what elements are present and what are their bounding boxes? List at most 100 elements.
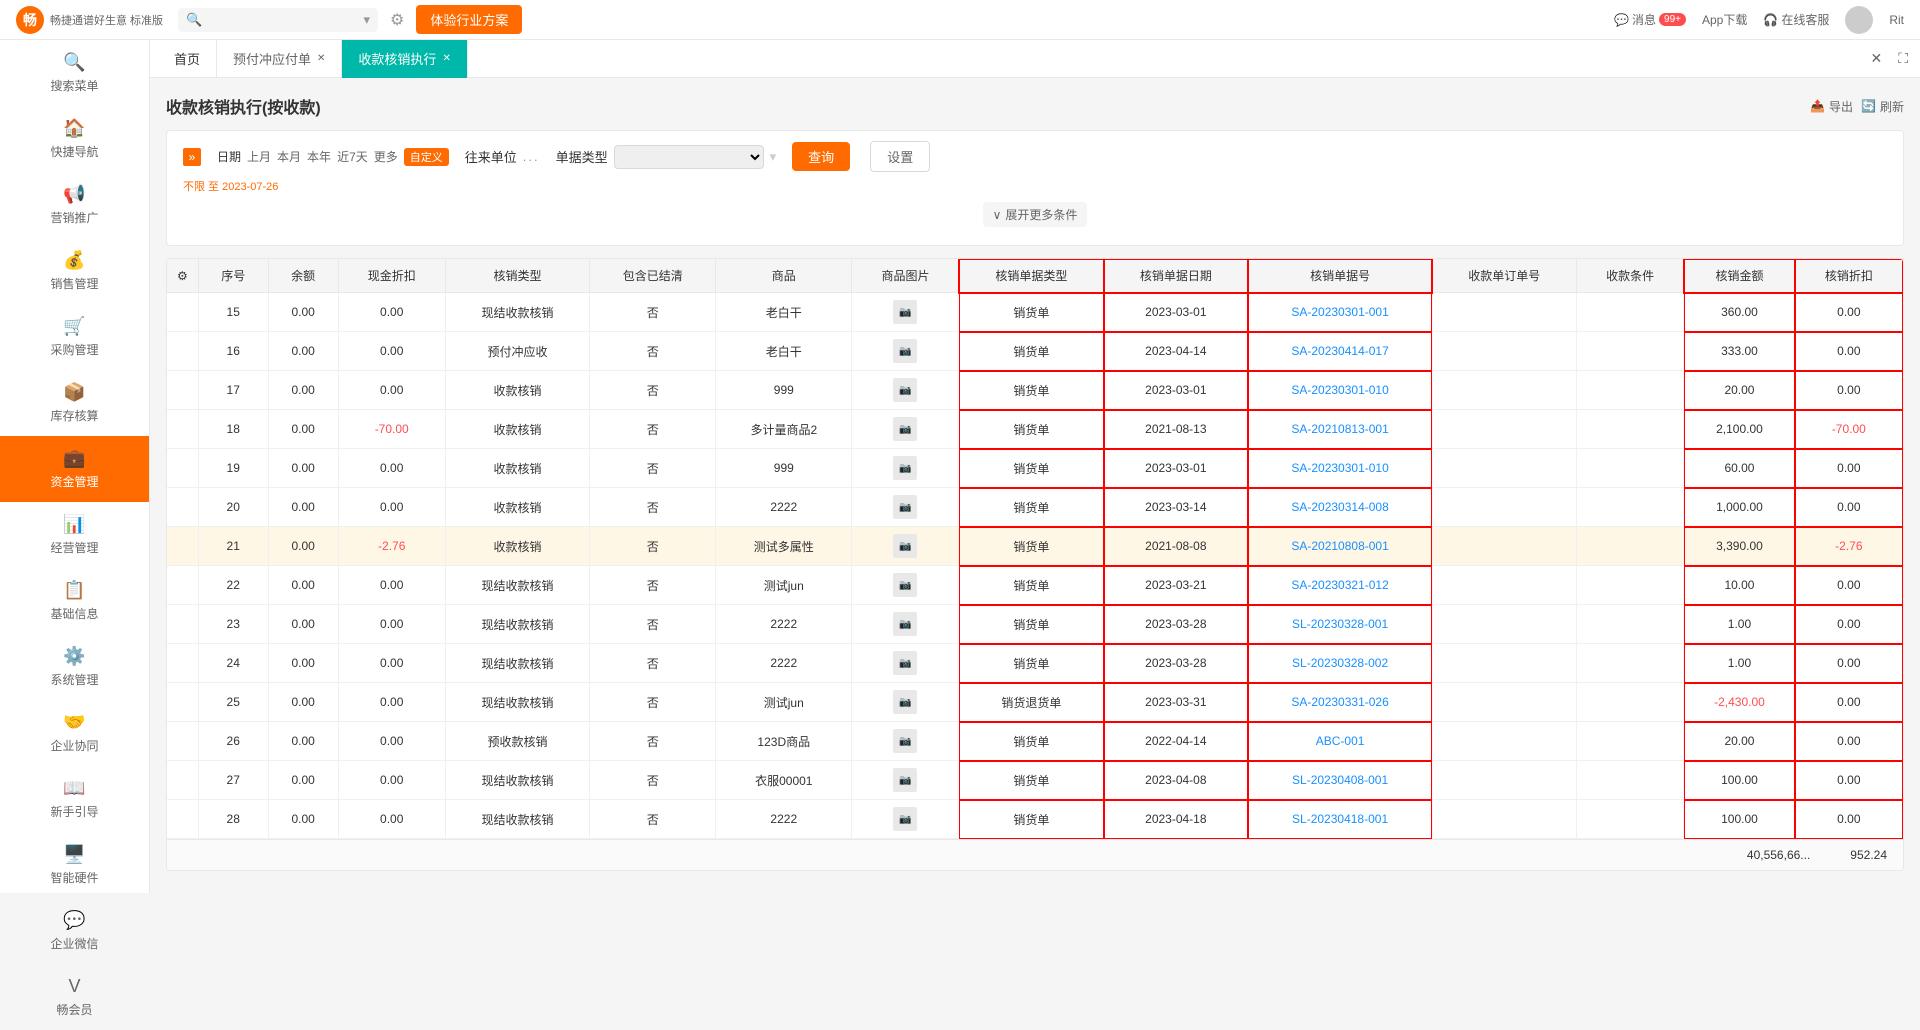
industry-solution-button[interactable]: 体验行业方案 <box>416 5 522 34</box>
expand-arrow-button[interactable]: » <box>183 148 201 166</box>
cell-include-settled: 否 <box>590 800 716 839</box>
doc-type-select[interactable] <box>614 145 764 169</box>
cell-writeoff-no[interactable]: SL-20230328-002 <box>1248 644 1432 683</box>
sidebar-item-finance[interactable]: 💼 资金管理 <box>0 436 149 502</box>
date-more[interactable]: 更多 <box>374 148 398 165</box>
sidebar-item-basic[interactable]: 📋 基础信息 <box>0 568 149 634</box>
cell-product-image: 📷 <box>852 683 959 722</box>
table-head: ⚙ 序号 余额 现金折扣 核销类型 包含已结清 商品 商品图片 核销单据类型 核… <box>167 259 1903 293</box>
tab-receipt[interactable]: 收款核销执行 ✕ <box>342 40 467 78</box>
sidebar-item-hardware[interactable]: 🖥️ 智能硬件 <box>0 832 149 898</box>
message-area[interactable]: 💬 消息 99+ <box>1614 11 1686 28</box>
cell-writeoff-amount: 100.00 <box>1684 800 1795 839</box>
query-button[interactable]: 查询 <box>792 142 850 171</box>
col-settings[interactable]: ⚙ <box>167 259 198 293</box>
message-icon: 💬 <box>1614 13 1629 27</box>
writeoff-no-link[interactable]: ABC-001 <box>1316 734 1365 748</box>
cell-product: 2222 <box>716 644 852 683</box>
cell-product-image: 📷 <box>852 800 959 839</box>
cell-include-settled: 否 <box>590 410 716 449</box>
writeoff-no-link[interactable]: SA-20230314-008 <box>1291 500 1388 514</box>
cell-cash-discount: 0.00 <box>338 293 445 332</box>
cell-writeoff-no[interactable]: SA-20230314-008 <box>1248 488 1432 527</box>
sidebar-item-label: 企业微信 <box>50 935 98 952</box>
date-7days[interactable]: 近7天 <box>337 148 368 165</box>
cell-writeoff-discount: -2.76 <box>1795 527 1902 566</box>
cell-writeoff-amount: 360.00 <box>1684 293 1795 332</box>
cell-writeoff-no[interactable]: SL-20230408-001 <box>1248 761 1432 800</box>
cell-writeoff-no[interactable]: SA-20230301-010 <box>1248 449 1432 488</box>
cell-writeoff-no[interactable]: SA-20230414-017 <box>1248 332 1432 371</box>
tab-prepay[interactable]: 预付冲应付单 ✕ <box>217 40 342 78</box>
cell-balance: 0.00 <box>268 332 338 371</box>
cell-writeoff-no[interactable]: ABC-001 <box>1248 722 1432 761</box>
sidebar-item-operations[interactable]: 📊 经营管理 <box>0 502 149 568</box>
close-icon[interactable]: ✕ <box>442 53 450 64</box>
writeoff-no-link[interactable]: SA-20230301-010 <box>1291 383 1388 397</box>
date-last-month[interactable]: 上月 <box>247 148 271 165</box>
sidebar-item-inventory[interactable]: 📦 库存核算 <box>0 370 149 436</box>
col-receipt-order-no: 收款单订单号 <box>1432 259 1577 293</box>
main-layout: 🔍 搜索菜单 🏠 快捷导航 📢 营销推广 💰 销售管理 🛒 采购管理 📦 库存核… <box>0 40 1920 893</box>
writeoff-no-link[interactable]: SL-20230408-001 <box>1292 773 1388 787</box>
writeoff-no-link[interactable]: SA-20230301-010 <box>1291 461 1388 475</box>
cell-writeoff-no[interactable]: SA-20210808-001 <box>1248 527 1432 566</box>
close-icon[interactable]: ✕ <box>317 53 325 64</box>
table-row: 26 0.00 0.00 预收款核销 否 123D商品 📷 销货单 2022-0… <box>167 722 1903 761</box>
tab-bar: 首页 预付冲应付单 ✕ 收款核销执行 ✕ ✕ ⛶ <box>150 40 1920 78</box>
user-name: Rit <box>1889 13 1904 27</box>
cell-writeoff-no[interactable]: SA-20230331-026 <box>1248 683 1432 722</box>
cell-receipt-order-no <box>1432 527 1577 566</box>
writeoff-no-link[interactable]: SL-20230418-001 <box>1292 812 1388 826</box>
sidebar-item-cooperation[interactable]: 🤝 企业协同 <box>0 700 149 766</box>
maximize-button[interactable]: ⛶ <box>1894 46 1912 71</box>
sidebar-item-search[interactable]: 🔍 搜索菜单 <box>0 40 149 106</box>
cell-writeoff-no[interactable]: SA-20230321-012 <box>1248 566 1432 605</box>
table-row: 16 0.00 0.00 预付冲应收 否 老白干 📷 销货单 2023-04-1… <box>167 332 1903 371</box>
online-service[interactable]: 🎧 在线客服 <box>1763 11 1829 28</box>
sidebar-item-quicknav[interactable]: 🏠 快捷导航 <box>0 106 149 172</box>
writeoff-no-link[interactable]: SA-20230321-012 <box>1291 578 1388 592</box>
gear-icon[interactable]: ⚙ <box>390 10 404 30</box>
cell-writeoff-date: 2023-04-18 <box>1104 800 1249 839</box>
cell-writeoff-type: 收款核销 <box>445 527 590 566</box>
date-this-year[interactable]: 本年 <box>307 148 331 165</box>
writeoff-no-link[interactable]: SA-20210808-001 <box>1291 539 1388 553</box>
table-row: 17 0.00 0.00 收款核销 否 999 📷 销货单 2023-03-01… <box>167 371 1903 410</box>
expand-more-button[interactable]: ∨ 展开更多条件 <box>983 202 1088 227</box>
sidebar-item-purchase[interactable]: 🛒 采购管理 <box>0 304 149 370</box>
cell-writeoff-no[interactable]: SA-20210813-001 <box>1248 410 1432 449</box>
writeoff-no-link[interactable]: SL-20230328-001 <box>1292 617 1388 631</box>
sidebar-item-member[interactable]: V 畅会员 <box>0 964 149 1030</box>
cell-writeoff-no[interactable]: SL-20230418-001 <box>1248 800 1432 839</box>
writeoff-no-link[interactable]: SA-20210813-001 <box>1291 422 1388 436</box>
writeoff-no-link[interactable]: SA-20230301-001 <box>1291 305 1388 319</box>
col-no: 序号 <box>198 259 268 293</box>
setting-button[interactable]: 设置 <box>870 141 930 172</box>
sidebar-item-wechat[interactable]: 💬 企业微信 <box>0 898 149 964</box>
cell-writeoff-no[interactable]: SA-20230301-010 <box>1248 371 1432 410</box>
cell-writeoff-doc-type: 销货单 <box>959 293 1104 332</box>
cell-writeoff-type: 现结收款核销 <box>445 644 590 683</box>
cell-balance: 0.00 <box>268 293 338 332</box>
search-bar[interactable]: 🔍 ▾ <box>178 8 378 32</box>
refresh-button[interactable]: 🔄 刷新 <box>1861 98 1904 115</box>
app-download[interactable]: App下载 <box>1702 11 1747 28</box>
minimize-button[interactable]: ✕ <box>1866 46 1886 71</box>
date-this-month[interactable]: 本月 <box>277 148 301 165</box>
avatar[interactable] <box>1845 6 1873 34</box>
cell-writeoff-type: 预付冲应收 <box>445 332 590 371</box>
sidebar-item-guide[interactable]: 📖 新手引导 <box>0 766 149 832</box>
sidebar-item-marketing[interactable]: 📢 营销推广 <box>0 172 149 238</box>
export-button[interactable]: 📤 导出 <box>1810 98 1853 115</box>
writeoff-no-link[interactable]: SA-20230331-026 <box>1291 695 1388 709</box>
writeoff-no-link[interactable]: SA-20230414-017 <box>1291 344 1388 358</box>
custom-date-button[interactable]: 自定义 <box>404 148 449 166</box>
logo-text: 畅捷通谱好生意 标准版 <box>50 12 163 28</box>
sidebar-item-system[interactable]: ⚙️ 系统管理 <box>0 634 149 700</box>
cell-writeoff-no[interactable]: SL-20230328-001 <box>1248 605 1432 644</box>
cell-writeoff-no[interactable]: SA-20230301-001 <box>1248 293 1432 332</box>
tab-home[interactable]: 首页 <box>158 40 217 78</box>
sidebar-item-sales[interactable]: 💰 销售管理 <box>0 238 149 304</box>
writeoff-no-link[interactable]: SL-20230328-002 <box>1292 656 1388 670</box>
